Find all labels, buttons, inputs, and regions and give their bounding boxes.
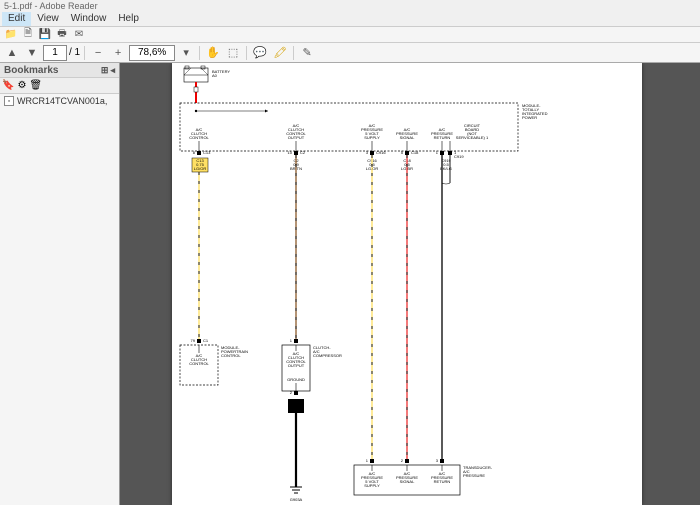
sign-icon[interactable]: ✎ bbox=[298, 44, 316, 62]
svg-text:PRESSURE: PRESSURE bbox=[463, 473, 485, 478]
svg-text:RETURN: RETURN bbox=[434, 135, 451, 140]
clutch-module: 1 A/C CLUTCH CONTROL OUTPUT GROUND 2 CLU… bbox=[282, 338, 342, 502]
svg-text:SERVICEABLE) 1: SERVICEABLE) 1 bbox=[456, 135, 489, 140]
svg-text:LG/OR: LG/OR bbox=[194, 166, 207, 171]
page-count: / 1 bbox=[69, 47, 80, 58]
svg-text:1: 1 bbox=[366, 458, 369, 463]
svg-text:OUTPUT: OUTPUT bbox=[288, 363, 305, 368]
page-number-input[interactable] bbox=[43, 45, 67, 61]
svg-text:1: 1 bbox=[290, 338, 293, 343]
wires bbox=[199, 155, 450, 459]
svg-text:SUPPLY: SUPPLY bbox=[364, 483, 380, 488]
new-bookmark-icon[interactable]: 🔖 bbox=[2, 80, 14, 91]
menu-window[interactable]: Window bbox=[65, 12, 113, 26]
svg-text:OUTPUT: OUTPUT bbox=[288, 135, 305, 140]
svg-text:COMPRESSOR: COMPRESSOR bbox=[313, 353, 342, 358]
bookmarks-title: Bookmarks bbox=[4, 65, 58, 76]
wire-labels: C13 0.75 LG/OR C2 0.9 BR/TN C916 0.5 LG/… bbox=[192, 158, 452, 172]
svg-text:CONTROL: CONTROL bbox=[189, 361, 209, 366]
zoom-out-icon[interactable]: − bbox=[89, 44, 107, 62]
menu-help[interactable]: Help bbox=[112, 12, 145, 26]
svg-text:C13: C13 bbox=[203, 150, 211, 155]
svg-text:BK: BK bbox=[293, 407, 299, 412]
page-up-icon[interactable]: ▲ bbox=[3, 44, 21, 62]
svg-text:C2: C2 bbox=[300, 150, 306, 155]
transducer-module: 1 2 3 A/C PRESSURE 5 VOLT SUPPLY A/C PRE… bbox=[354, 458, 493, 495]
bookmark-options-icon[interactable]: ⚙ bbox=[17, 80, 26, 91]
menu-edit[interactable]: Edit bbox=[2, 12, 31, 26]
svg-text:RETURN: RETURN bbox=[434, 479, 451, 484]
panel-collapse-icon[interactable]: ◂ bbox=[110, 65, 115, 76]
svg-text:SIGNAL: SIGNAL bbox=[400, 479, 415, 484]
delete-bookmark-icon[interactable]: 🗑 bbox=[29, 80, 42, 91]
zoom-in-icon[interactable]: + bbox=[109, 44, 127, 62]
svg-text:POWER: POWER bbox=[522, 115, 537, 120]
print-icon[interactable]: 🖶 bbox=[54, 28, 70, 41]
svg-text:G903A: G903A bbox=[290, 497, 303, 502]
menubar: Edit View Window Help bbox=[0, 12, 700, 27]
svg-text:C18: C18 bbox=[411, 150, 419, 155]
quick-toolbar: 📁 🗎 💾 🖶 ✉ bbox=[0, 27, 700, 43]
svg-text:79: 79 bbox=[191, 338, 196, 343]
svg-text:A0: A0 bbox=[212, 73, 218, 78]
create-icon[interactable]: 🗎 bbox=[20, 28, 36, 41]
bookmark-item[interactable]: ▫ WRCR14TCVAN001a, bbox=[0, 94, 119, 108]
menu-view[interactable]: View bbox=[31, 12, 65, 26]
pcm-module: 79C1 A/C CLUTCH CONTROL MODULE- POWERTRA… bbox=[180, 338, 248, 385]
pdf-page: BATTERY A0 MODULE- TOTALLY INTEGRATED PO… bbox=[172, 63, 642, 505]
main-toolbar: ▲ ▼ / 1 − + ▾ ✋ ⬚ 💬 🖍 ✎ bbox=[0, 43, 700, 63]
zoom-dropdown-icon[interactable]: ▾ bbox=[177, 44, 195, 62]
tipm-module: MODULE- TOTALLY INTEGRATED POWER A/C CLU… bbox=[180, 103, 548, 151]
tool-hand-icon[interactable]: ✋ bbox=[204, 44, 222, 62]
page-down-icon[interactable]: ▼ bbox=[23, 44, 41, 62]
zoom-input[interactable] bbox=[129, 45, 175, 61]
bookmark-label: WRCR14TCVAN001a, bbox=[17, 96, 107, 106]
bookmarks-panel: Bookmarks ⊞ ◂ 🔖 ⚙ 🗑 ▫ WRCR14TCVAN001a, bbox=[0, 63, 120, 505]
save-icon[interactable]: 💾 bbox=[37, 28, 53, 41]
svg-text:C919: C919 bbox=[454, 154, 464, 159]
document-canvas[interactable]: BATTERY A0 MODULE- TOTALLY INTEGRATED PO… bbox=[120, 63, 700, 505]
highlight-icon[interactable]: 🖍 bbox=[271, 44, 289, 62]
svg-text:GROUND: GROUND bbox=[287, 377, 305, 382]
comment-icon[interactable]: 💬 bbox=[251, 44, 269, 62]
wiring-diagram: BATTERY A0 MODULE- TOTALLY INTEGRATED PO… bbox=[172, 63, 642, 505]
window-title: 5-1.pdf - Adobe Reader bbox=[0, 0, 700, 12]
svg-text:SIGNAL: SIGNAL bbox=[400, 135, 415, 140]
svg-text:CONTROL: CONTROL bbox=[221, 353, 241, 358]
svg-text:C1: C1 bbox=[203, 338, 209, 343]
svg-text:C916: C916 bbox=[376, 150, 386, 155]
tipm-pins: 8C13 10C2 3C916 5C18 1 1C919 bbox=[193, 150, 465, 159]
svg-text:SUPPLY: SUPPLY bbox=[364, 135, 380, 140]
mail-icon[interactable]: ✉ bbox=[71, 28, 87, 41]
bookmark-page-icon: ▫ bbox=[4, 96, 14, 106]
svg-text:CONTROL: CONTROL bbox=[189, 135, 209, 140]
svg-text:10: 10 bbox=[288, 150, 293, 155]
tool-select-icon[interactable]: ⬚ bbox=[224, 44, 242, 62]
open-icon[interactable]: 📁 bbox=[3, 28, 19, 41]
panel-options-icon[interactable]: ⊞ bbox=[101, 65, 109, 76]
svg-text:2: 2 bbox=[401, 458, 404, 463]
battery-symbol: BATTERY A0 bbox=[184, 66, 230, 103]
svg-text:3: 3 bbox=[436, 458, 439, 463]
